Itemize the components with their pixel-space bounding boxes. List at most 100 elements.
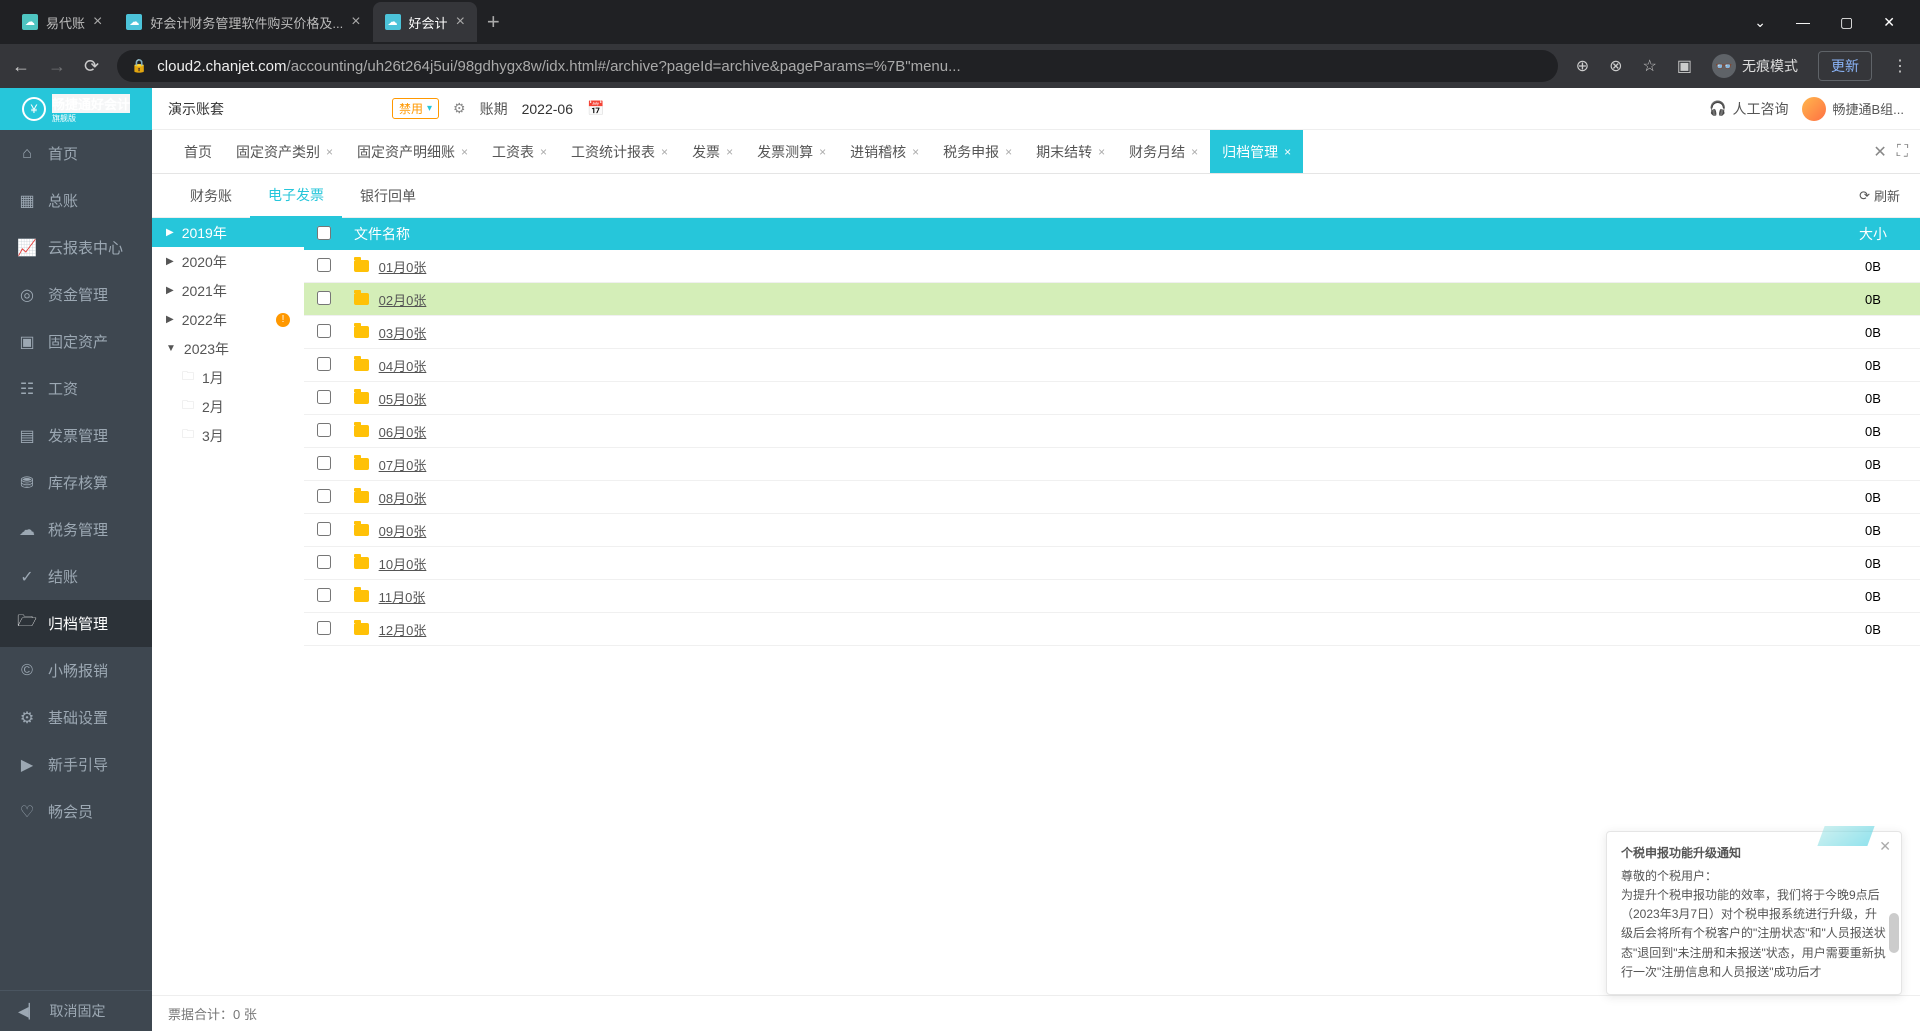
- table-row[interactable]: 04月0张 0B: [304, 349, 1920, 382]
- sidebar-item[interactable]: ♡ 畅会员: [0, 788, 152, 835]
- menu-kebab-icon[interactable]: ⋮: [1892, 56, 1908, 76]
- file-name-link[interactable]: 07月0张: [379, 458, 427, 473]
- address-bar[interactable]: 🔒 cloud2.chanjet.com/accounting/uh26t264…: [117, 50, 1558, 82]
- sidebar-unpin[interactable]: ◀▏ 取消固定: [0, 990, 152, 1031]
- row-checkbox[interactable]: [317, 291, 331, 305]
- tab-close-icon[interactable]: ×: [1098, 145, 1105, 159]
- account-name[interactable]: 演示账套: [168, 99, 224, 119]
- table-row[interactable]: 02月0张 0B: [304, 283, 1920, 316]
- zoom-icon[interactable]: ⊕: [1576, 56, 1589, 76]
- sidebar-item[interactable]: 🗁 归档管理: [0, 600, 152, 647]
- disabled-badge[interactable]: 禁用 ▾: [392, 98, 439, 119]
- page-tab[interactable]: 工资统计报表×: [559, 130, 680, 173]
- table-row[interactable]: 08月0张 0B: [304, 481, 1920, 514]
- sidebar-item[interactable]: ⛃ 库存核算: [0, 459, 152, 506]
- subtab[interactable]: 电子发票: [250, 174, 342, 218]
- tree-month[interactable]: 🗀 3月: [152, 421, 304, 450]
- period-value[interactable]: 2022-06: [522, 101, 573, 117]
- dropdown-icon[interactable]: ⌄: [1754, 14, 1766, 31]
- row-checkbox[interactable]: [317, 522, 331, 536]
- tab-close-icon[interactable]: ×: [93, 13, 102, 31]
- page-tab[interactable]: 首页: [172, 130, 224, 173]
- table-row[interactable]: 09月0张 0B: [304, 514, 1920, 547]
- file-name-link[interactable]: 12月0张: [379, 623, 427, 638]
- notice-close-button[interactable]: ✕: [1879, 838, 1891, 855]
- page-tab[interactable]: 发票×: [680, 130, 745, 173]
- tree-year[interactable]: ▶ 2019年: [152, 218, 304, 247]
- table-row[interactable]: 10月0张 0B: [304, 547, 1920, 580]
- file-name-link[interactable]: 03月0张: [379, 326, 427, 341]
- page-tab[interactable]: 固定资产明细账×: [345, 130, 480, 173]
- tree-year[interactable]: ▶ 2020年: [152, 247, 304, 276]
- row-checkbox[interactable]: [317, 555, 331, 569]
- sidebar-item[interactable]: ▶ 新手引导: [0, 741, 152, 788]
- page-tab[interactable]: 期末结转×: [1024, 130, 1117, 173]
- file-name-link[interactable]: 06月0张: [379, 425, 427, 440]
- forward-button[interactable]: →: [48, 56, 66, 77]
- table-row[interactable]: 11月0张 0B: [304, 580, 1920, 613]
- consult-button[interactable]: 🎧 人工咨询: [1709, 99, 1788, 119]
- app-icon[interactable]: ▣: [1677, 56, 1692, 76]
- tree-month[interactable]: 🗀 1月: [152, 363, 304, 392]
- close-all-tabs-button[interactable]: ✕: [1873, 142, 1886, 162]
- subtab[interactable]: 银行回单: [342, 174, 434, 218]
- row-checkbox[interactable]: [317, 489, 331, 503]
- sidebar-item[interactable]: ◎ 资金管理: [0, 271, 152, 318]
- user-badge[interactable]: 畅捷通B组...: [1802, 97, 1904, 121]
- tab-close-icon[interactable]: ×: [1284, 145, 1291, 159]
- browser-tab[interactable]: ☁ 好会计 ×: [373, 2, 477, 42]
- extensions-icon[interactable]: ⊗: [1609, 56, 1622, 76]
- tab-close-icon[interactable]: ×: [726, 145, 733, 159]
- file-name-link[interactable]: 09月0张: [379, 524, 427, 539]
- tab-close-icon[interactable]: ×: [540, 145, 547, 159]
- bookmark-icon[interactable]: ☆: [1643, 56, 1657, 76]
- sidebar-item[interactable]: ☁ 税务管理: [0, 506, 152, 553]
- tab-close-icon[interactable]: ×: [461, 145, 468, 159]
- file-name-link[interactable]: 02月0张: [379, 293, 427, 308]
- row-checkbox[interactable]: [317, 357, 331, 371]
- page-tab[interactable]: 归档管理×: [1210, 130, 1303, 173]
- minimize-button[interactable]: —: [1796, 14, 1810, 31]
- table-row[interactable]: 07月0张 0B: [304, 448, 1920, 481]
- tab-close-icon[interactable]: ×: [326, 145, 333, 159]
- file-name-link[interactable]: 08月0张: [379, 491, 427, 506]
- row-checkbox[interactable]: [317, 588, 331, 602]
- notice-scrollbar[interactable]: [1889, 913, 1899, 953]
- subtab[interactable]: 财务账: [172, 174, 250, 218]
- maximize-button[interactable]: ▢: [1840, 14, 1853, 31]
- page-tab[interactable]: 工资表×: [480, 130, 559, 173]
- select-all-checkbox[interactable]: [317, 226, 331, 240]
- file-name-link[interactable]: 10月0张: [379, 557, 427, 572]
- back-button[interactable]: ←: [12, 56, 30, 77]
- page-tab[interactable]: 进销稽核×: [838, 130, 931, 173]
- calendar-icon[interactable]: 📅: [587, 100, 604, 117]
- refresh-button[interactable]: ⟳ 刷新: [1859, 186, 1900, 205]
- page-tab[interactable]: 税务申报×: [931, 130, 1024, 173]
- table-row[interactable]: 03月0张 0B: [304, 316, 1920, 349]
- close-window-button[interactable]: ✕: [1883, 14, 1895, 31]
- logo[interactable]: ¥ 畅捷通好会计 旗舰版: [0, 88, 152, 130]
- row-checkbox[interactable]: [317, 390, 331, 404]
- tree-year[interactable]: ▶ 2021年: [152, 276, 304, 305]
- file-name-link[interactable]: 11月0张: [379, 590, 426, 605]
- tab-close-icon[interactable]: ×: [351, 13, 360, 31]
- page-tab[interactable]: 发票测算×: [745, 130, 838, 173]
- row-checkbox[interactable]: [317, 258, 331, 272]
- table-row[interactable]: 01月0张 0B: [304, 250, 1920, 283]
- sidebar-item[interactable]: ⌂ 首页: [0, 130, 152, 177]
- file-name-link[interactable]: 04月0张: [379, 359, 427, 374]
- tab-close-icon[interactable]: ×: [1005, 145, 1012, 159]
- sidebar-item[interactable]: ✓ 结账: [0, 553, 152, 600]
- new-tab-button[interactable]: +: [487, 9, 500, 35]
- sidebar-item[interactable]: ⚙ 基础设置: [0, 694, 152, 741]
- sidebar-item[interactable]: ▦ 总账: [0, 177, 152, 224]
- row-checkbox[interactable]: [317, 456, 331, 470]
- fullscreen-button[interactable]: ⛶: [1897, 143, 1908, 161]
- sidebar-item[interactable]: ▤ 发票管理: [0, 412, 152, 459]
- tab-close-icon[interactable]: ×: [1191, 145, 1198, 159]
- update-button[interactable]: 更新: [1818, 51, 1872, 81]
- sidebar-item[interactable]: 📈 云报表中心: [0, 224, 152, 271]
- browser-tab[interactable]: ☁ 易代账 ×: [10, 2, 114, 42]
- tree-year[interactable]: ▼ 2023年: [152, 334, 304, 363]
- table-row[interactable]: 05月0张 0B: [304, 382, 1920, 415]
